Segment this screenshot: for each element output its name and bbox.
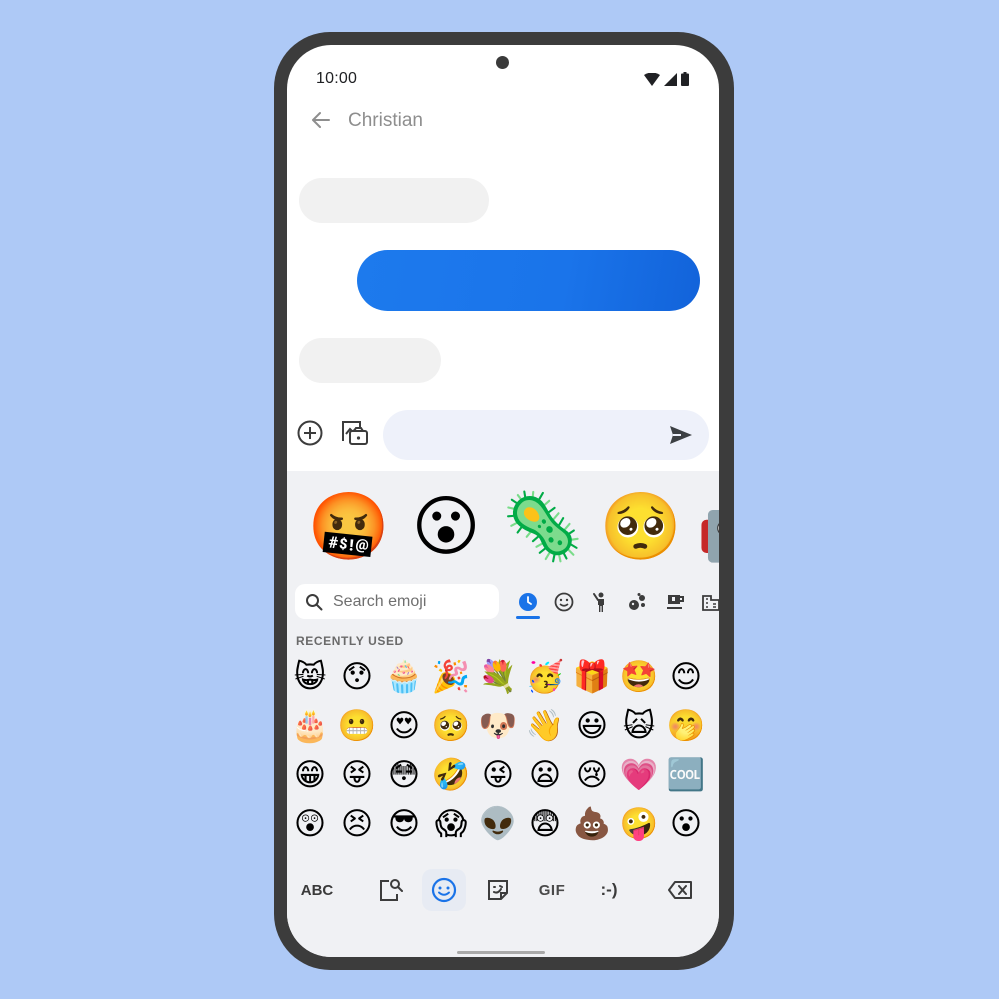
compose-bar: [287, 405, 719, 469]
keyboard-bottom-bar: ABC GIF :-): [287, 865, 719, 917]
emoji-kitchen-row: 🤬😮🦠🥺🤖: [287, 481, 719, 577]
emoji-key[interactable]: 🤪: [619, 804, 659, 844]
person-waving-icon: [593, 592, 604, 612]
paw-icon: [629, 593, 645, 610]
pleading-face-in-hole-sticker[interactable]: 🥺: [595, 481, 687, 573]
emoji-key[interactable]: 😢: [572, 755, 612, 795]
category-tab-recent[interactable]: [514, 588, 542, 616]
sticker-search-button[interactable]: [373, 869, 409, 911]
emoji-key[interactable]: 😸: [290, 657, 330, 697]
emoji-key[interactable]: 😯: [337, 657, 377, 697]
emoji-key[interactable]: 🆒: [666, 755, 706, 795]
building-icon: [702, 595, 719, 611]
emoji-key[interactable]: 😣: [337, 804, 377, 844]
phone-screen: 10:00 Christian 🤬 😮 🦠 🥺 Search emoji REC…: [287, 45, 719, 957]
incoming-message-bubble: [299, 178, 489, 223]
emoji-key[interactable]: 🥺: [431, 706, 471, 746]
search-icon: [306, 593, 323, 610]
emoji-key[interactable]: 😝: [337, 755, 377, 795]
emoji-key[interactable]: 🎉: [431, 657, 471, 697]
emoji-key[interactable]: 😨: [525, 804, 565, 844]
clock-icon: [519, 593, 537, 611]
emoji-keyboard: 🤬😮🦠🥺🤖: [287, 471, 719, 957]
conversation-header: Christian: [287, 100, 719, 140]
sticker-button[interactable]: [480, 869, 516, 911]
emoji-search-row: [287, 584, 719, 624]
emoji-key[interactable]: 🐶: [478, 706, 518, 746]
emoji-key[interactable]: 😲: [290, 804, 330, 844]
arrow-left-icon[interactable]: [309, 108, 333, 132]
emoji-key[interactable]: 🧁: [384, 657, 424, 697]
plus-circle-icon: [297, 420, 323, 446]
open-mouth-face-sticker[interactable]: 😮: [400, 481, 492, 573]
smiley-icon: [431, 877, 457, 903]
emoji-key[interactable]: 🎂: [290, 706, 330, 746]
emoticon-button[interactable]: :-): [594, 869, 624, 911]
emoji-key[interactable]: 😃: [572, 706, 612, 746]
robot-sticker-partial[interactable]: 🤖: [692, 481, 719, 573]
emoji-key[interactable]: 👋: [525, 706, 565, 746]
emoji-key[interactable]: 🤭: [666, 706, 706, 746]
emoji-key[interactable]: 💗: [619, 755, 659, 795]
category-tab-food-drink[interactable]: [661, 588, 689, 616]
emoji-key[interactable]: 😬: [337, 706, 377, 746]
emoji-key[interactable]: 🎁: [572, 657, 612, 697]
wifi-icon: [644, 72, 660, 86]
status-icons: [644, 72, 689, 86]
add-attachment-button[interactable]: [296, 419, 324, 447]
emoji-key[interactable]: 😍: [384, 706, 424, 746]
sticker-search-icon: [380, 879, 403, 901]
send-icon: [670, 426, 692, 444]
emoji-key[interactable]: 😱: [431, 804, 471, 844]
emoji-key[interactable]: 😊: [666, 657, 706, 697]
outgoing-message-bubble: [357, 250, 700, 311]
section-label-recently-used: RECENTLY USED: [296, 634, 404, 648]
gallery-button[interactable]: [339, 417, 371, 449]
emoji-key[interactable]: 🥳: [525, 657, 565, 697]
emoji-key[interactable]: 😁: [290, 755, 330, 795]
status-time: 10:00: [316, 70, 358, 87]
emoji-key[interactable]: 😦: [525, 755, 565, 795]
emoji-key[interactable]: 💐: [478, 657, 518, 697]
battery-icon: [681, 72, 689, 86]
sticker-icon: [488, 880, 508, 900]
home-indicator[interactable]: [457, 951, 545, 954]
category-tab-animals-nature[interactable]: [623, 588, 651, 616]
abc-keyboard-button[interactable]: ABC: [299, 869, 335, 911]
emoji-keyboard-tab[interactable]: [422, 869, 466, 911]
emoji-key[interactable]: 🙀: [619, 706, 659, 746]
message-input[interactable]: [383, 410, 709, 460]
category-tab-travel-places[interactable]: [697, 588, 719, 616]
cellular-signal-icon: [664, 72, 677, 86]
gallery-camera-icon: [342, 421, 368, 445]
gif-button[interactable]: GIF: [535, 869, 569, 911]
grawlix-face-sticker[interactable]: 🤬: [303, 481, 395, 573]
contact-name: Christian: [348, 110, 423, 131]
emoji-key[interactable]: 🤩: [619, 657, 659, 697]
emoji-key[interactable]: 😎: [384, 804, 424, 844]
emoji-key[interactable]: 😜: [478, 755, 518, 795]
phone-frame: 10:00 Christian 🤬 😮 🦠 🥺 Search emoji REC…: [274, 32, 734, 970]
smiley-icon: [554, 592, 574, 612]
category-tab-smileys[interactable]: [550, 588, 578, 616]
backspace-icon: [668, 881, 692, 899]
send-button[interactable]: [669, 424, 693, 446]
incoming-message-bubble: [299, 338, 441, 383]
microbe-sticker[interactable]: 🦠: [497, 481, 589, 573]
emoji-key[interactable]: 👽: [478, 804, 518, 844]
coffee-cup-icon: [667, 595, 684, 609]
emoji-search-input[interactable]: [331, 591, 495, 612]
front-camera: [496, 56, 509, 69]
emoji-key[interactable]: 💩: [572, 804, 612, 844]
active-category-indicator: [516, 616, 540, 619]
emoji-key[interactable]: 😮: [666, 804, 706, 844]
backspace-button[interactable]: [663, 869, 697, 911]
category-tab-people[interactable]: [587, 588, 615, 616]
emoji-key[interactable]: 😳: [384, 755, 424, 795]
emoji-search-box[interactable]: [295, 584, 499, 619]
emoji-key[interactable]: 🤣: [431, 755, 471, 795]
